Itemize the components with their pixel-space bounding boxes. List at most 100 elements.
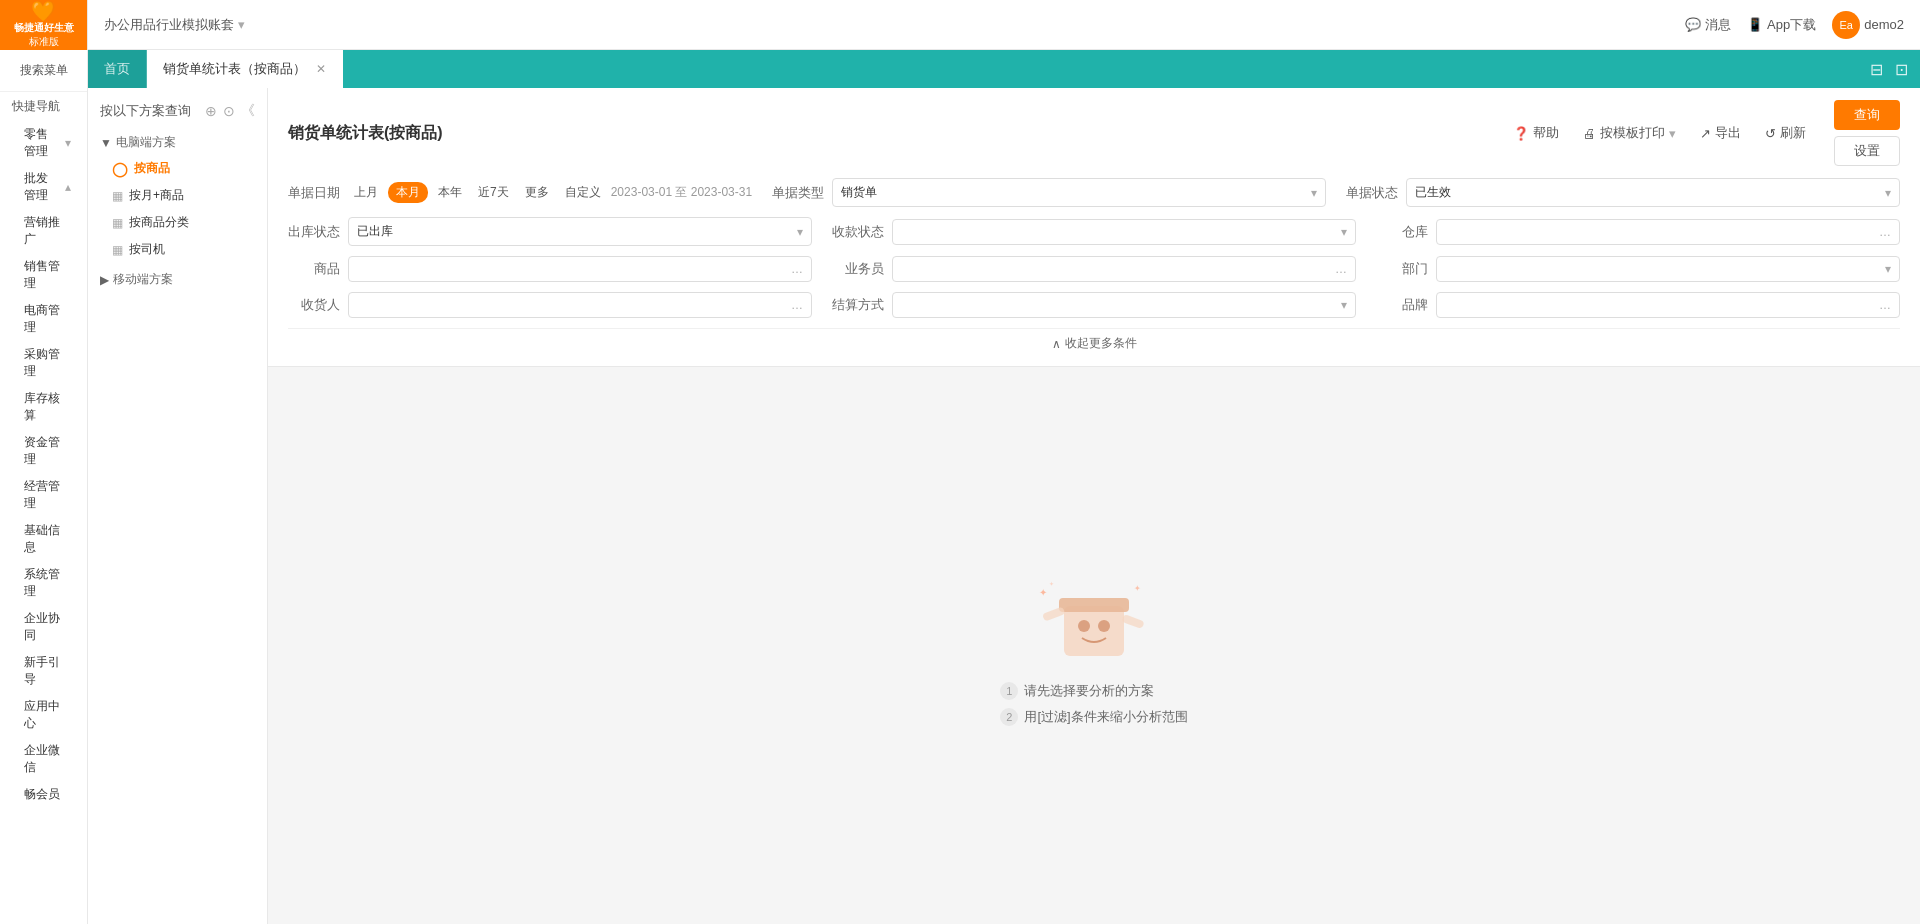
sidebar-item-inventory[interactable]: 库存核算: [0, 385, 87, 429]
salesperson-input[interactable]: …: [892, 256, 1356, 282]
date-section: 上月 本月 本年 近7天 更多 自定义 2023-03-01 至 2023-03…: [348, 182, 752, 203]
empty-hint-1-text: 请先选择要分析的方案: [1024, 682, 1154, 700]
payment-status-label: 收款状态: [832, 223, 892, 241]
sidebar-item-ecommerce[interactable]: 电商管理: [0, 297, 87, 341]
this-month-btn[interactable]: 本月: [388, 182, 428, 203]
main-area: 办公用品行业模拟账套 ▾ 💬 消息 📱 App下载 Ea demo2 首页: [88, 0, 1920, 924]
collapse-panel-icon[interactable]: 《: [241, 102, 255, 120]
sidebar-item-guide[interactable]: 新手引导: [0, 649, 87, 693]
filter-department-field: 部门 ▾: [1376, 256, 1900, 282]
warehouse2-input[interactable]: …: [1436, 219, 1900, 245]
this-year-btn[interactable]: 本年: [432, 182, 468, 203]
brand-more: …: [1879, 298, 1891, 312]
sidebar-item-system[interactable]: 系统管理: [0, 561, 87, 605]
empty-state: ✦ ✦ ✦ 1 请先选择要分析的方案 2 用[过滤]条件来缩小分析范围: [268, 367, 1920, 924]
wholesale-label: 批发管理: [24, 170, 59, 204]
mobile-section-title[interactable]: ▶ 移动端方案: [88, 267, 267, 292]
empty-hint-2-text: 用[过滤]条件来缩小分析范围: [1024, 708, 1187, 726]
by-cashier-icon: ▦: [112, 243, 123, 257]
sidebar-item-retail[interactable]: 零售管理 ▾: [0, 121, 87, 165]
tab-report-label: 销货单统计表（按商品）: [163, 60, 306, 78]
product-input[interactable]: …: [348, 256, 812, 282]
page-header-actions: ❓ 帮助 🖨 按模板打印 ▾ ↗ 导出 ↺: [1505, 100, 1900, 166]
sidebar-item-marketing[interactable]: 营销推广: [0, 209, 87, 253]
date-range: 2023-03-01 至 2023-03-31: [611, 184, 752, 201]
add-scheme-icon[interactable]: ⊕: [205, 103, 217, 119]
search-menu-label[interactable]: 搜索菜单: [6, 58, 81, 83]
sidebar-item-basic[interactable]: 基础信息: [0, 517, 87, 561]
filter-row-2: 出库状态 已出库 ▾ 收款状态 ▾ 仓库: [288, 217, 1900, 246]
query-btn[interactable]: 查询: [1834, 100, 1900, 130]
more-btn[interactable]: 更多: [519, 182, 555, 203]
filter-item-by-cashier[interactable]: ▦ 按司机: [88, 236, 267, 263]
sales-label: 销售管理: [24, 258, 71, 292]
brand-input[interactable]: …: [1436, 292, 1900, 318]
svg-text:✦: ✦: [1039, 587, 1047, 598]
filter-date-field: 单据日期 上月 本月 本年 近7天 更多 自定义 2023-03-01 至 20…: [288, 182, 752, 203]
mobile-section-label: 移动端方案: [113, 271, 173, 288]
query-btns: 查询 设置: [1822, 100, 1900, 166]
sidebar-item-wholesale[interactable]: 批发管理 ▴: [0, 165, 87, 209]
setting-btn[interactable]: 设置: [1834, 136, 1900, 166]
page-header-top: 销货单统计表(按商品) ❓ 帮助 🖨 按模板打印 ▾ ↗: [288, 100, 1900, 166]
docstatus-arrow: ▾: [1885, 186, 1891, 200]
sidebar-item-sales[interactable]: 销售管理: [0, 253, 87, 297]
message-btn[interactable]: 💬 消息: [1685, 16, 1731, 34]
filter-header-icons: ⊕ ⊙ 《: [205, 102, 255, 120]
tab-minimize-icon[interactable]: ⊟: [1866, 58, 1887, 81]
by-product-icon: ◯: [112, 161, 128, 177]
tabbar: 首页 销货单统计表（按商品） ✕ ⊟ ⊡: [88, 50, 1920, 88]
filter-payment-method-field: 结算方式 ▾: [832, 292, 1356, 318]
print-label: 按模板打印: [1600, 124, 1665, 142]
retail-label: 零售管理: [24, 126, 59, 160]
pc-section-title[interactable]: ▼ 电脑端方案: [88, 130, 267, 155]
empty-hint-2: 2 用[过滤]条件来缩小分析范围: [1000, 708, 1187, 726]
help-btn[interactable]: ❓ 帮助: [1505, 120, 1567, 146]
content-right: 销货单统计表(按商品) ❓ 帮助 🖨 按模板打印 ▾ ↗: [268, 88, 1920, 924]
app-download-btn[interactable]: 📱 App下载: [1747, 16, 1816, 34]
sidebar-item-quick-nav[interactable]: 快捷导航: [0, 92, 87, 121]
filter-item-by-product[interactable]: ◯ 按商品: [88, 155, 267, 182]
print-btn[interactable]: 🖨 按模板打印 ▾: [1575, 120, 1684, 146]
wholesale-arrow: ▴: [65, 180, 71, 194]
sidebar-item-member[interactable]: 畅会员: [0, 781, 87, 808]
tab-report[interactable]: 销货单统计表（按商品） ✕: [147, 50, 343, 88]
receiver-input[interactable]: …: [348, 292, 812, 318]
payment-method-input[interactable]: ▾: [892, 292, 1356, 318]
export-btn[interactable]: ↗ 导出: [1692, 120, 1749, 146]
last7-btn[interactable]: 近7天: [472, 182, 515, 203]
warehouse-label: 出库状态: [288, 223, 348, 241]
sidebar: 🧡 畅捷通好生意 标准版 搜索菜单 快捷导航 零售管理 ▾ 批发管理 ▴ 营销推…: [0, 0, 88, 924]
by-month-product-icon: ▦: [112, 189, 123, 203]
industry-selector[interactable]: 办公用品行业模拟账套 ▾: [104, 16, 245, 34]
sidebar-item-enterprise[interactable]: 企业协同: [0, 605, 87, 649]
tab-close-icon[interactable]: ✕: [316, 62, 326, 76]
warehouse-input[interactable]: 已出库 ▾: [348, 217, 812, 246]
last-month-btn[interactable]: 上月: [348, 182, 384, 203]
tab-expand-icon[interactable]: ⊡: [1891, 58, 1912, 81]
sidebar-item-operation[interactable]: 经营管理: [0, 473, 87, 517]
app-name: 畅捷通好生意: [14, 21, 74, 35]
collapse-btn[interactable]: ∧ 收起更多条件: [288, 328, 1900, 358]
topbar-right: 💬 消息 📱 App下载 Ea demo2: [1685, 11, 1904, 39]
filter-item-by-category[interactable]: ▦ 按商品分类: [88, 209, 267, 236]
finance-label: 资金管理: [24, 434, 71, 468]
user-profile[interactable]: Ea demo2: [1832, 11, 1904, 39]
sidebar-item-wechat[interactable]: 企业微信: [0, 737, 87, 781]
filter-item-by-month-product[interactable]: ▦ 按月+商品: [88, 182, 267, 209]
refresh-btn[interactable]: ↺ 刷新: [1757, 120, 1814, 146]
page-title: 销货单统计表(按商品): [288, 123, 443, 144]
operation-label: 经营管理: [24, 478, 71, 512]
custom-btn[interactable]: 自定义: [559, 182, 607, 203]
department-input[interactable]: ▾: [1436, 256, 1900, 282]
payment-status-input[interactable]: ▾: [892, 219, 1356, 245]
filter-doctype-field: 单据类型 销货单 ▾: [772, 178, 1326, 207]
sidebar-item-finance[interactable]: 资金管理: [0, 429, 87, 473]
docstatus-input[interactable]: 已生效 ▾: [1406, 178, 1900, 207]
doctype-input[interactable]: 销货单 ▾: [832, 178, 1326, 207]
tab-home[interactable]: 首页: [88, 50, 147, 88]
sidebar-item-purchase[interactable]: 采购管理: [0, 341, 87, 385]
edit-scheme-icon[interactable]: ⊙: [223, 103, 235, 119]
warehouse2-label: 仓库: [1376, 223, 1436, 241]
sidebar-item-app-center[interactable]: 应用中心: [0, 693, 87, 737]
